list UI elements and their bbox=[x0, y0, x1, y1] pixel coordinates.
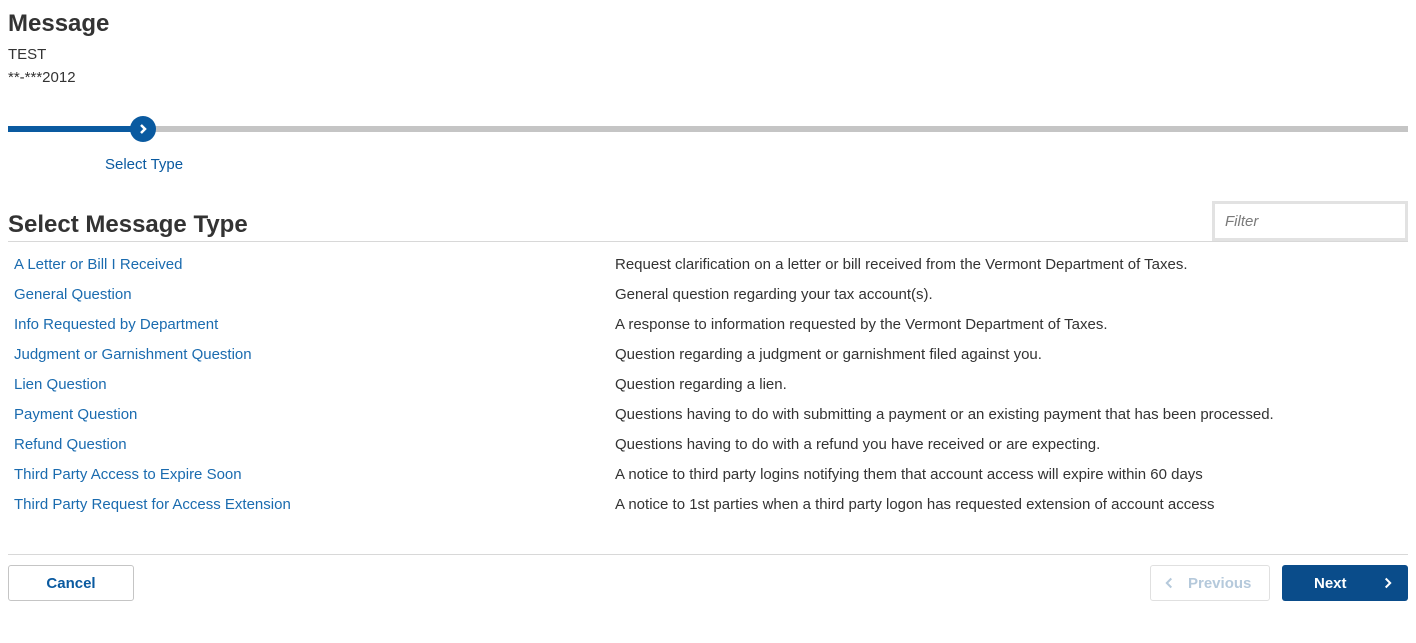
header-subtitle: TEST bbox=[8, 46, 1408, 63]
list-item: Refund Question Questions having to do w… bbox=[8, 430, 1408, 460]
progress-track bbox=[8, 126, 1408, 132]
list-item: Payment Question Questions having to do … bbox=[8, 400, 1408, 430]
chevron-right-icon bbox=[138, 124, 148, 134]
header-masked-id: **-***2012 bbox=[8, 69, 1408, 86]
filter-input[interactable] bbox=[1215, 204, 1405, 238]
next-button-label: Next bbox=[1314, 575, 1347, 592]
filter-wrap bbox=[1212, 201, 1408, 241]
progress-step-current[interactable] bbox=[130, 116, 156, 142]
message-type-link[interactable]: Info Requested by Department bbox=[14, 316, 218, 333]
message-type-link[interactable]: Third Party Request for Access Extension bbox=[14, 496, 291, 513]
chevron-left-icon bbox=[1165, 577, 1174, 589]
message-type-link[interactable]: Payment Question bbox=[14, 406, 137, 423]
message-type-desc: General question regarding your tax acco… bbox=[615, 286, 1408, 304]
message-type-link[interactable]: Refund Question bbox=[14, 436, 127, 453]
next-button[interactable]: Next bbox=[1282, 565, 1408, 601]
message-type-link[interactable]: Third Party Access to Expire Soon bbox=[14, 466, 242, 483]
message-type-desc: Question regarding a lien. bbox=[615, 376, 1408, 394]
message-type-desc: A notice to third party logins notifying… bbox=[615, 466, 1408, 484]
message-type-link[interactable]: Lien Question bbox=[14, 376, 107, 393]
list-item: Judgment or Garnishment Question Questio… bbox=[8, 340, 1408, 370]
message-type-desc: A notice to 1st parties when a third par… bbox=[615, 496, 1408, 514]
list-item: Third Party Access to Expire Soon A noti… bbox=[8, 460, 1408, 490]
previous-button-label: Previous bbox=[1188, 575, 1251, 592]
message-type-desc: Questions having to do with a refund you… bbox=[615, 436, 1408, 454]
progress-fill bbox=[8, 126, 134, 132]
list-item: A Letter or Bill I Received Request clar… bbox=[8, 250, 1408, 280]
list-item: General Question General question regard… bbox=[8, 280, 1408, 310]
message-type-desc: Question regarding a judgment or garnish… bbox=[615, 346, 1408, 364]
message-type-desc: Questions having to do with submitting a… bbox=[615, 406, 1408, 424]
message-type-link[interactable]: Judgment or Garnishment Question bbox=[14, 346, 252, 363]
message-type-link[interactable]: General Question bbox=[14, 286, 132, 303]
cancel-button[interactable]: Cancel bbox=[8, 565, 134, 601]
list-item: Lien Question Question regarding a lien. bbox=[8, 370, 1408, 400]
progress-bar bbox=[8, 114, 1408, 144]
message-type-desc: Request clarification on a letter or bil… bbox=[615, 256, 1408, 274]
chevron-right-icon bbox=[1383, 577, 1392, 589]
list-item: Info Requested by Department A response … bbox=[8, 310, 1408, 340]
list-item: Third Party Request for Access Extension… bbox=[8, 490, 1408, 520]
page-title: Message bbox=[8, 10, 1408, 38]
footer: Cancel Previous Next bbox=[8, 554, 1408, 601]
progress-step-label: Select Type bbox=[105, 156, 1408, 173]
previous-button: Previous bbox=[1150, 565, 1270, 601]
section-title: Select Message Type bbox=[8, 211, 248, 239]
message-type-link[interactable]: A Letter or Bill I Received bbox=[14, 256, 182, 273]
message-type-list: A Letter or Bill I Received Request clar… bbox=[8, 250, 1408, 520]
message-type-desc: A response to information requested by t… bbox=[615, 316, 1408, 334]
